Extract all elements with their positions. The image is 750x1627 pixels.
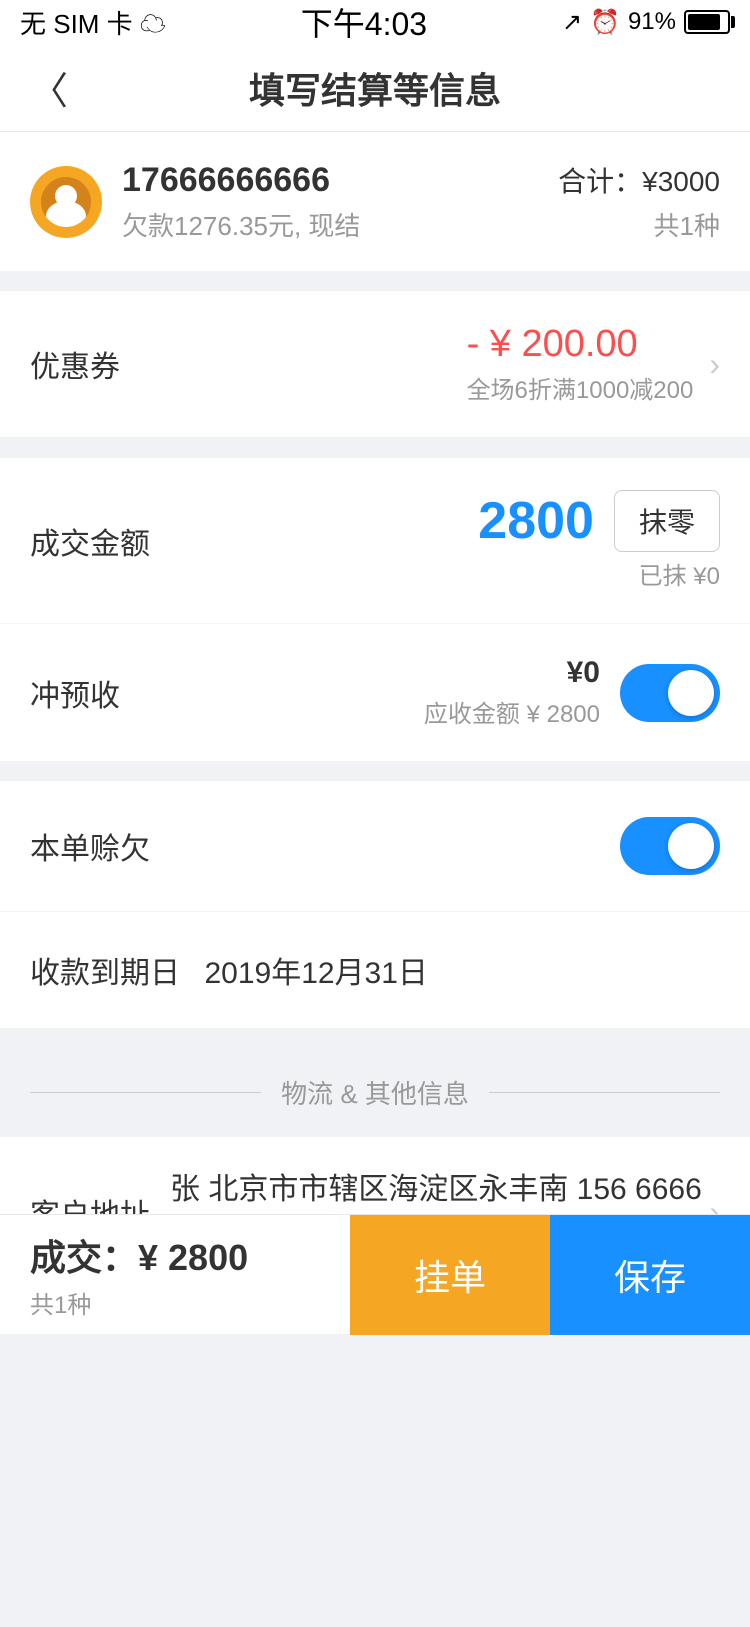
debt-toggle-knob (668, 823, 714, 869)
bottom-summary: 成交：¥ 2800 共1种 (0, 1229, 350, 1320)
section-divider-3 (0, 761, 750, 781)
section-divider-1 (0, 271, 750, 291)
avatar-icon (41, 177, 91, 227)
status-right: ↗ ⏰ 91% (562, 8, 730, 37)
bottom-count: 共1种 (30, 1285, 320, 1320)
section-divider-4 (0, 1028, 750, 1048)
prepay-sub: 应收金额 ¥ 2800 (424, 694, 600, 729)
customer-phone: 17666666666 (122, 161, 360, 200)
prepay-row: 冲预收 ¥0 应收金额 ¥ 2800 (0, 624, 750, 761)
back-button[interactable]: 〈 (30, 60, 68, 115)
status-time: 下午4:03 (301, 0, 427, 45)
due-date-value: 2019年12月31日 (204, 957, 427, 990)
divider-line-left (30, 1092, 261, 1093)
location-icon: ↗ (562, 8, 582, 37)
prepay-toggle[interactable] (620, 664, 720, 722)
amount-right: 2800 抹零 已抹 ¥0 (478, 490, 720, 591)
coupon-right: - ¥ 200.00 全场6折满1000减200 › (467, 323, 720, 405)
status-bar: 无 SIM 卡 ☁ 下午4:03 ↗ ⏰ 91% (0, 0, 750, 44)
bottom-deal: 成交：¥ 2800 (30, 1229, 320, 1281)
amount-label: 成交金额 (30, 519, 150, 563)
customer-info: 17666666666 欠款1276.35元, 现结 (122, 161, 360, 243)
prepay-amount: ¥0 应收金额 ¥ 2800 (424, 656, 600, 729)
save-button[interactable]: 保存 (550, 1215, 750, 1335)
total-label: 合计：¥3000 (558, 160, 720, 200)
coupon-info: - ¥ 200.00 全场6折满1000减200 (467, 323, 694, 405)
deal-value: ¥ 2800 (138, 1237, 248, 1278)
wipe-button[interactable]: 抹零 (614, 490, 720, 552)
amount-sub: 已抹 ¥0 (478, 556, 720, 591)
section-divider-2 (0, 438, 750, 458)
due-date-label: 收款到期日 (30, 957, 180, 990)
sim-label: 无 SIM 卡 ☁ (20, 4, 166, 41)
amount-section: 成交金额 2800 抹零 已抹 ¥0 冲预收 ¥0 应收金额 ¥ 2800 (0, 458, 750, 761)
customer-card: 17666666666 欠款1276.35元, 现结 合计：¥3000 共1种 (0, 132, 750, 271)
coupon-desc: 全场6折满1000减200 (467, 370, 694, 405)
logistics-divider: 物流 & 其他信息 (0, 1048, 750, 1137)
debt-label: 本单赊欠 (30, 824, 150, 868)
toggle-knob (668, 670, 714, 716)
coupon-row[interactable]: 优惠券 - ¥ 200.00 全场6折满1000减200 › (0, 291, 750, 438)
coupon-chevron-icon: › (709, 346, 720, 383)
amount-value-row: 2800 抹零 (478, 490, 720, 552)
battery-icon (684, 10, 730, 34)
nav-bar: 〈 填写结算等信息 (0, 44, 750, 132)
hang-button[interactable]: 挂单 (350, 1215, 550, 1335)
amount-row: 成交金额 2800 抹零 已抹 ¥0 (0, 458, 750, 624)
coupon-label: 优惠券 (30, 342, 120, 386)
debt-row: 本单赊欠 (0, 781, 750, 911)
alarm-icon: ⏰ (590, 8, 620, 37)
page-title: 填写结算等信息 (249, 62, 501, 114)
customer-left: 17666666666 欠款1276.35元, 现结 (30, 161, 360, 243)
battery-percent: 91% (628, 8, 676, 36)
amount-value: 2800 (478, 491, 594, 551)
customer-debt: 欠款1276.35元, 现结 (122, 206, 360, 243)
bottom-bar: 成交：¥ 2800 共1种 挂单 保存 (0, 1214, 750, 1334)
content: 17666666666 欠款1276.35元, 现结 合计：¥3000 共1种 … (0, 132, 750, 1627)
due-date-row: 收款到期日 2019年12月31日 (0, 911, 750, 1028)
prepay-label: 冲预收 (30, 671, 120, 715)
customer-right: 合计：¥3000 共1种 (558, 160, 720, 243)
avatar (30, 166, 102, 238)
deal-prefix: 成交： (30, 1237, 138, 1278)
total-count: 共1种 (558, 206, 720, 243)
debt-toggle[interactable] (620, 817, 720, 875)
divider-line-right (489, 1092, 720, 1093)
coupon-discount: - ¥ 200.00 (467, 323, 694, 366)
prepay-value: ¥0 (424, 656, 600, 690)
prepay-right: ¥0 应收金额 ¥ 2800 (424, 656, 720, 729)
logistics-label: 物流 & 其他信息 (281, 1074, 469, 1111)
status-left: 无 SIM 卡 ☁ (20, 4, 166, 41)
